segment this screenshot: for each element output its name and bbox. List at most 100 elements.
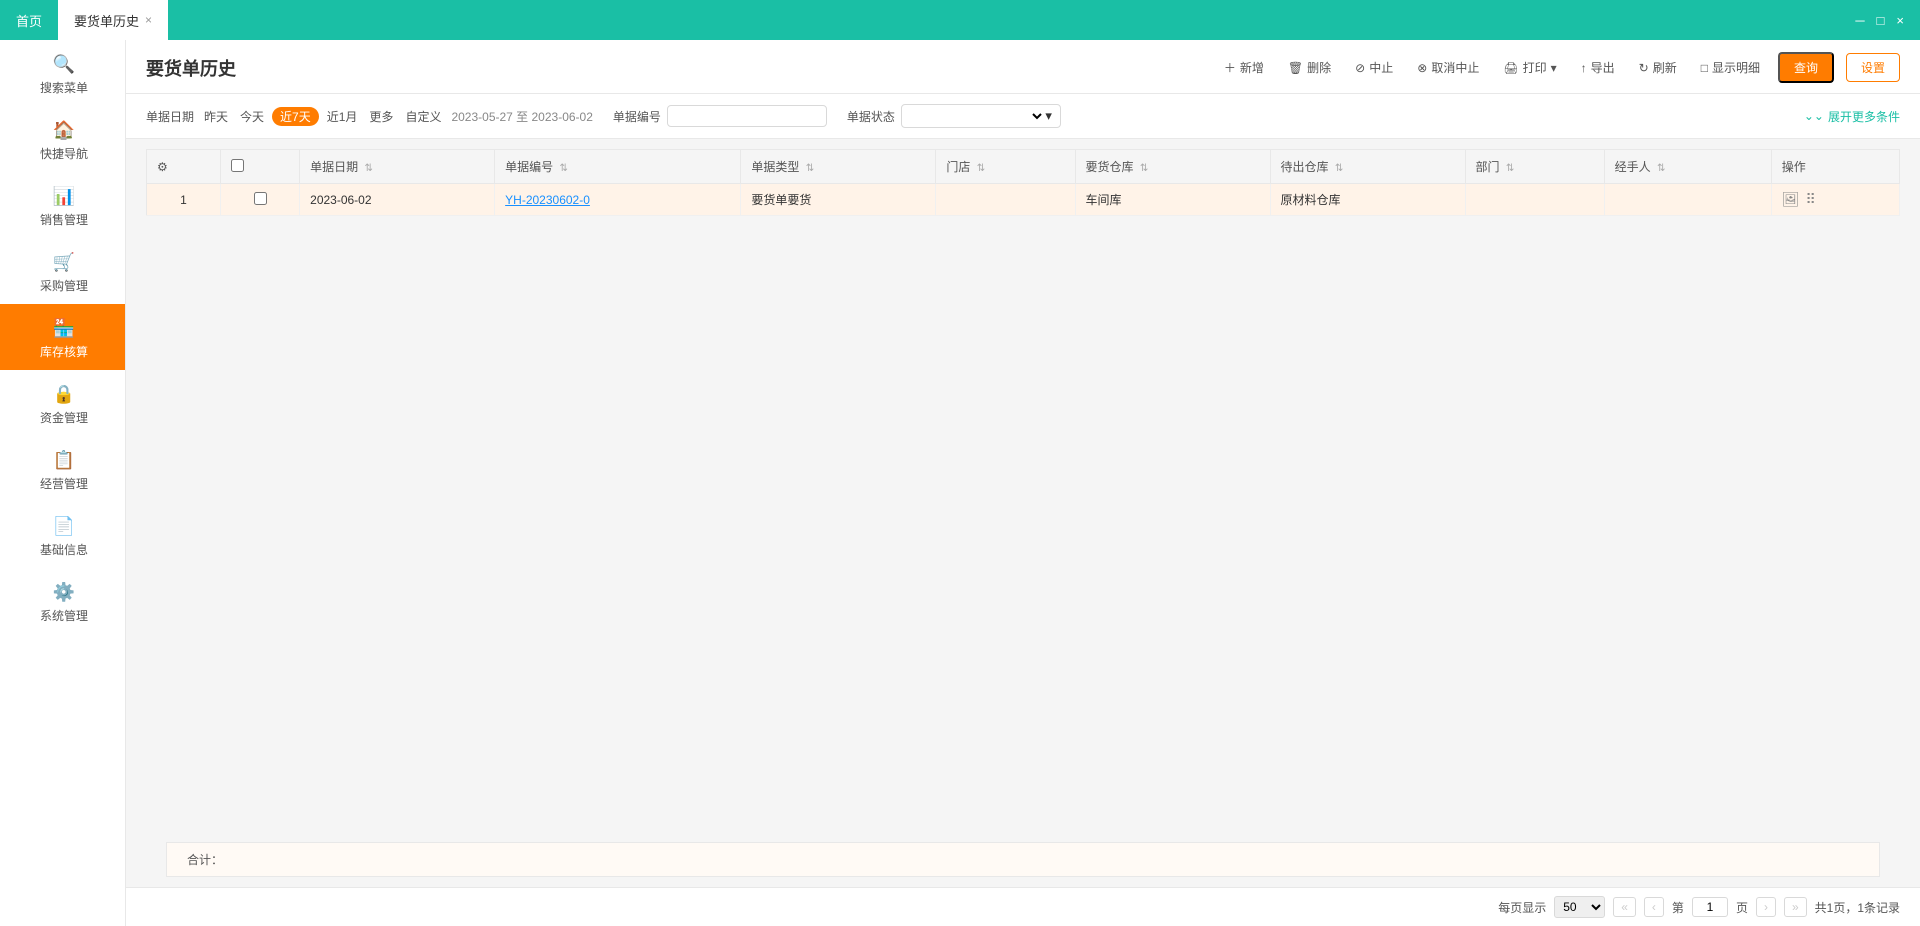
th-pending-warehouse[interactable]: 待出仓库 ⇅ bbox=[1270, 150, 1465, 184]
delete-label: 删除 bbox=[1307, 59, 1331, 76]
th-store[interactable]: 门店 ⇅ bbox=[936, 150, 1075, 184]
next-page-button[interactable]: › bbox=[1756, 897, 1776, 917]
top-nav: 首页 要货单历史 × ─ □ × bbox=[0, 0, 1920, 40]
purchase-mgmt-icon: 🛒 bbox=[53, 252, 75, 273]
query-button[interactable]: 查询 bbox=[1778, 52, 1834, 83]
close-nav-icon[interactable]: × bbox=[1896, 13, 1904, 28]
page-input[interactable] bbox=[1692, 897, 1728, 917]
summary-row: 合计： bbox=[166, 842, 1880, 877]
sidebar-item-search-menu[interactable]: 🔍 搜索菜单 bbox=[0, 40, 125, 106]
table-wrapper: ⚙ 单据日期 ⇅ 单据编号 ⇅ 单据类型 bbox=[126, 139, 1920, 842]
doc-no-input[interactable] bbox=[667, 105, 827, 127]
top-nav-right: ─ □ × bbox=[1855, 13, 1920, 28]
date-btn-yesterday[interactable]: 昨天 bbox=[200, 107, 232, 126]
refresh-button[interactable]: ↻ 刷新 bbox=[1633, 55, 1683, 80]
date-btn-1month[interactable]: 近1月 bbox=[323, 107, 362, 126]
th-doc-date[interactable]: 单据日期 ⇅ bbox=[300, 150, 495, 184]
date-btn-custom[interactable]: 自定义 bbox=[401, 107, 445, 126]
per-page-label: 每页显示 bbox=[1498, 899, 1546, 916]
row-checkbox[interactable] bbox=[254, 192, 267, 205]
sort-doc-date-icon: ⇅ bbox=[365, 163, 373, 174]
th-department[interactable]: 部门 ⇅ bbox=[1465, 150, 1604, 184]
view-action-icon[interactable]: 🖼 bbox=[1782, 191, 1800, 208]
show-detail-button[interactable]: □ 显示明细 bbox=[1695, 55, 1766, 80]
search-menu-icon: 🔍 bbox=[53, 54, 75, 75]
maximize-icon[interactable]: □ bbox=[1877, 13, 1885, 28]
per-page-select[interactable]: 50 100 bbox=[1554, 896, 1605, 918]
expand-filter-button[interactable]: ⌄⌄ 展开更多条件 bbox=[1804, 108, 1900, 125]
data-table: ⚙ 单据日期 ⇅ 单据编号 ⇅ 单据类型 bbox=[146, 149, 1900, 216]
sort-handler-icon: ⇅ bbox=[1657, 163, 1665, 174]
row-store bbox=[936, 184, 1075, 216]
th-doc-type-label: 单据类型 bbox=[751, 160, 799, 174]
sidebar-item-purchase-mgmt[interactable]: 🛒 采购管理 bbox=[0, 238, 125, 304]
select-dropdown-icon: ▾ bbox=[1045, 108, 1052, 124]
date-btn-group: 昨天 今天 近7天 近1月 更多 自定义 bbox=[200, 107, 445, 126]
new-button[interactable]: ＋ 新增 bbox=[1218, 55, 1270, 80]
row-doc-no-link[interactable]: YH-20230602-0 bbox=[505, 193, 590, 207]
cancel-stop-button[interactable]: ⊗ 取消中止 bbox=[1411, 55, 1485, 80]
tab-close-icon[interactable]: × bbox=[145, 13, 152, 27]
first-page-button[interactable]: « bbox=[1613, 897, 1636, 917]
th-settings[interactable]: ⚙ bbox=[147, 150, 221, 184]
th-handler[interactable]: 经手人 ⇅ bbox=[1604, 150, 1771, 184]
pagination: 每页显示 50 100 « ‹ 第 页 › » 共1页，1条记录 bbox=[126, 887, 1920, 926]
minimize-icon[interactable]: ─ bbox=[1855, 13, 1864, 28]
sidebar-item-operations-mgmt[interactable]: 📋 经营管理 bbox=[0, 436, 125, 502]
sidebar-item-inventory[interactable]: 🏪 库存核算 bbox=[0, 304, 125, 370]
total-label: 共1页，1条记录 bbox=[1815, 899, 1900, 916]
row-checkbox-cell[interactable] bbox=[220, 184, 299, 216]
th-doc-type[interactable]: 单据类型 ⇅ bbox=[741, 150, 936, 184]
last-page-button[interactable]: » bbox=[1784, 897, 1807, 917]
toolbar: ＋ 新增 🗑 删除 ⊘ 中止 ⊗ 取消中止 bbox=[1218, 52, 1900, 83]
prev-page-button[interactable]: ‹ bbox=[1644, 897, 1664, 917]
th-req-warehouse[interactable]: 要货仓库 ⇅ bbox=[1075, 150, 1270, 184]
settings-button[interactable]: 设置 bbox=[1846, 53, 1900, 82]
date-btn-more[interactable]: 更多 bbox=[365, 107, 397, 126]
print-button[interactable]: 🖨 打印 ▾ bbox=[1497, 55, 1562, 80]
sidebar-item-basic-info[interactable]: 📄 基础信息 bbox=[0, 502, 125, 568]
select-all-checkbox[interactable] bbox=[231, 159, 244, 172]
settings-label: 设置 bbox=[1861, 59, 1885, 76]
row-department bbox=[1465, 184, 1604, 216]
page-header: 要货单历史 ＋ 新增 🗑 删除 ⊘ 中止 ⊗ bbox=[126, 40, 1920, 94]
sidebar-label-search-menu: 搜索菜单 bbox=[40, 79, 88, 96]
table-row[interactable]: 1 2023-06-02 YH-20230602-0 要货单要货 车间库 原材料… bbox=[147, 184, 1900, 216]
sidebar-label-operations-mgmt: 经营管理 bbox=[40, 475, 88, 492]
delete-button[interactable]: 🗑 删除 bbox=[1282, 55, 1337, 80]
th-doc-date-label: 单据日期 bbox=[310, 160, 358, 174]
sidebar-item-sales-mgmt[interactable]: 📊 销售管理 bbox=[0, 172, 125, 238]
row-handler bbox=[1604, 184, 1771, 216]
doc-no-label: 单据编号 bbox=[613, 108, 661, 125]
export-button[interactable]: ↑ 导出 bbox=[1575, 55, 1621, 80]
tab-home[interactable]: 首页 bbox=[0, 0, 58, 40]
new-label: 新增 bbox=[1240, 59, 1264, 76]
show-detail-label: 显示明细 bbox=[1712, 59, 1760, 76]
stop-icon: ⊘ bbox=[1355, 61, 1365, 75]
sidebar-item-finance-mgmt[interactable]: 🔒 资金管理 bbox=[0, 370, 125, 436]
row-pending-warehouse: 原材料仓库 bbox=[1270, 184, 1465, 216]
doc-status-select[interactable] bbox=[910, 108, 1045, 124]
stop-button[interactable]: ⊘ 中止 bbox=[1349, 55, 1399, 80]
sidebar-item-system-mgmt[interactable]: ⚙️ 系统管理 bbox=[0, 568, 125, 634]
sales-mgmt-icon: 📊 bbox=[53, 186, 75, 207]
expand-icon: ⌄⌄ bbox=[1804, 109, 1824, 123]
row-doc-no[interactable]: YH-20230602-0 bbox=[495, 184, 741, 216]
sidebar-label-purchase-mgmt: 采购管理 bbox=[40, 277, 88, 294]
th-action: 操作 bbox=[1771, 150, 1899, 184]
sort-pending-warehouse-icon: ⇅ bbox=[1335, 163, 1343, 174]
th-req-warehouse-label: 要货仓库 bbox=[1086, 160, 1134, 174]
tab-requisition-history[interactable]: 要货单历史 × bbox=[58, 0, 168, 40]
th-doc-no[interactable]: 单据编号 ⇅ bbox=[495, 150, 741, 184]
more-action-icon[interactable]: ⠿ bbox=[1806, 191, 1816, 208]
tab-home-label: 首页 bbox=[16, 11, 42, 30]
operations-mgmt-icon: 📋 bbox=[53, 450, 75, 471]
date-btn-today[interactable]: 今天 bbox=[236, 107, 268, 126]
doc-status-select-wrapper[interactable]: ▾ bbox=[901, 104, 1061, 128]
finance-mgmt-icon: 🔒 bbox=[53, 384, 75, 405]
page-unit-label: 页 bbox=[1736, 899, 1748, 916]
sidebar-item-quick-nav[interactable]: 🏠 快捷导航 bbox=[0, 106, 125, 172]
date-btn-7days[interactable]: 近7天 bbox=[272, 107, 319, 126]
sidebar: 🔍 搜索菜单 🏠 快捷导航 📊 销售管理 🛒 采购管理 🏪 库存核算 🔒 资金管… bbox=[0, 40, 126, 926]
bottom-area: 合计： bbox=[126, 842, 1920, 887]
